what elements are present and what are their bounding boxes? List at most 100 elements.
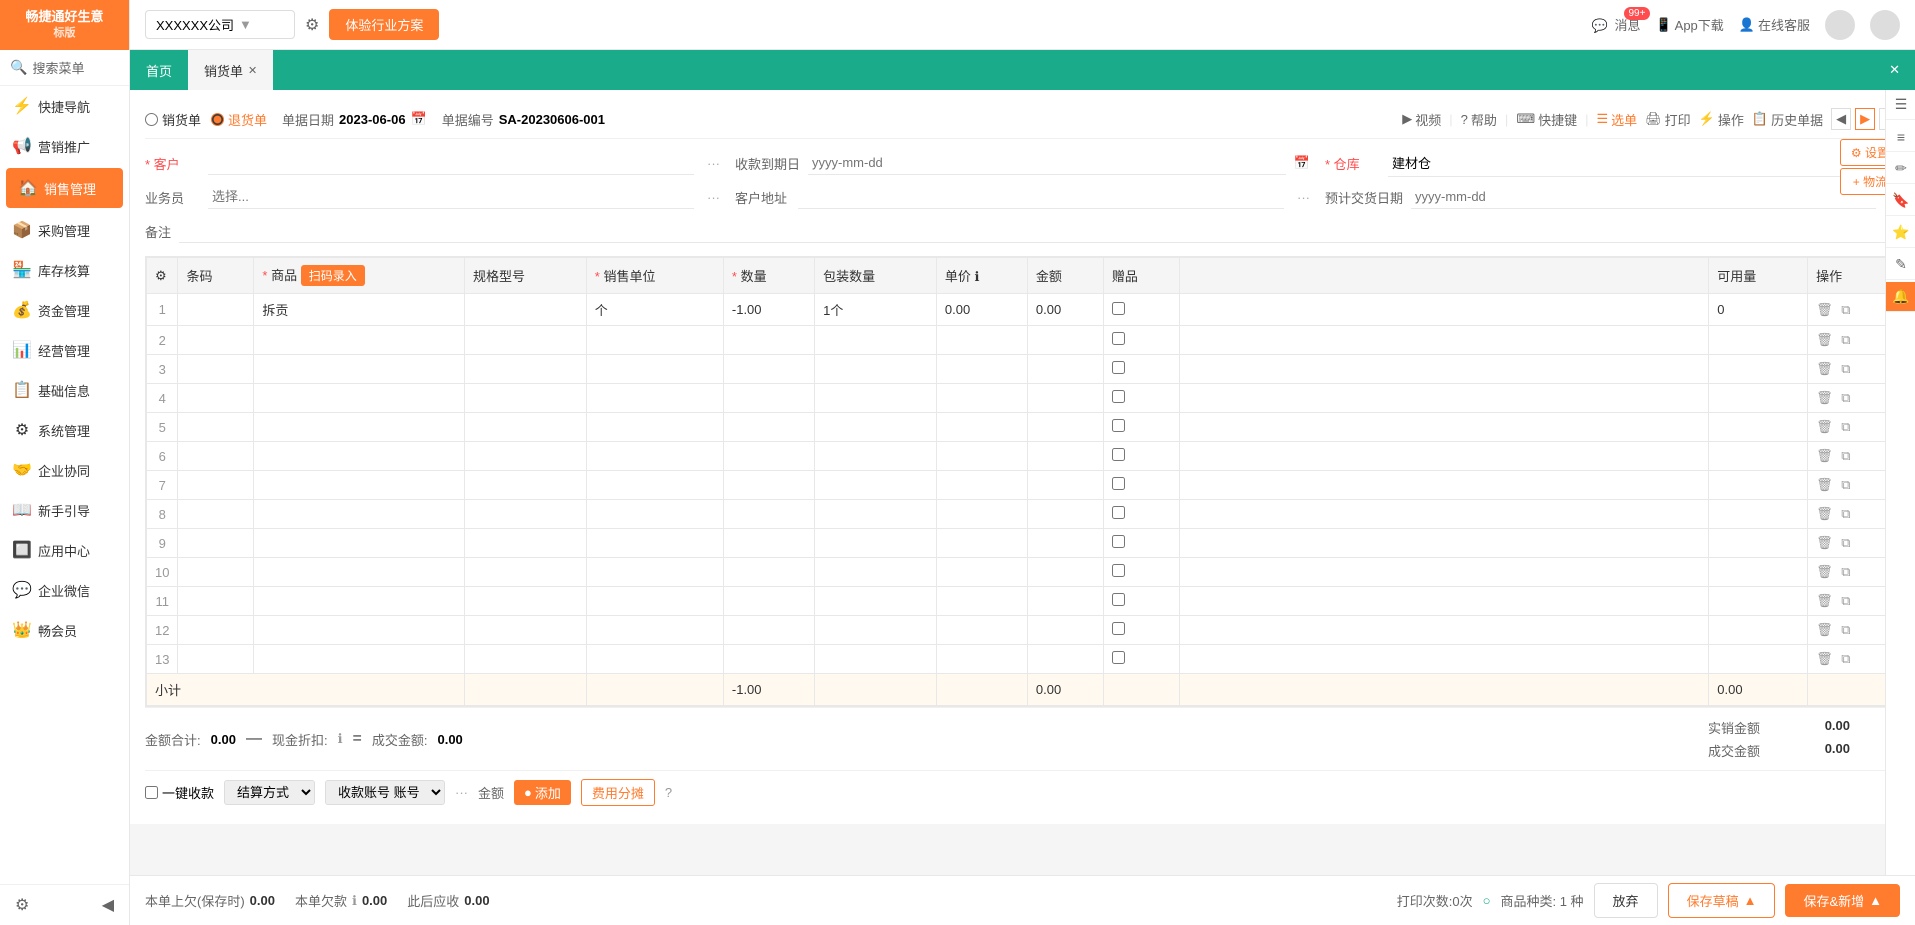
row-pack-qty[interactable] (815, 529, 937, 558)
sales-order-radio[interactable]: 销货单 (145, 110, 201, 129)
row-amount[interactable] (1027, 645, 1103, 674)
close-all-tabs[interactable]: ✕ (1889, 62, 1900, 78)
row-unit[interactable] (586, 355, 723, 384)
row-pack-qty[interactable] (815, 413, 937, 442)
sidebar-item-guide[interactable]: 📖 新手引导 (0, 490, 129, 530)
row-gift[interactable] (1103, 616, 1179, 645)
row-goods[interactable] (254, 413, 465, 442)
copy-icon[interactable]: ⧉ (1841, 477, 1850, 492)
row-amount[interactable]: 0.00 (1027, 294, 1103, 326)
trial-btn[interactable]: 体验行业方案 (329, 9, 439, 40)
row-barcode[interactable] (178, 384, 254, 413)
row-goods[interactable] (254, 500, 465, 529)
row-price[interactable] (936, 500, 1027, 529)
row-goods[interactable] (254, 326, 465, 355)
expected-date-input[interactable] (1411, 185, 1876, 209)
settlement-select[interactable]: 结算方式 (224, 780, 315, 805)
row-pack-qty[interactable] (815, 384, 937, 413)
message-btn[interactable]: 💬 消息 99+ (1592, 15, 1641, 34)
row-price[interactable]: 0.00 (936, 294, 1027, 326)
row-unit[interactable] (586, 529, 723, 558)
row-qty[interactable] (723, 355, 814, 384)
split-btn[interactable]: 费用分摊 (581, 779, 655, 806)
row-gift[interactable] (1103, 384, 1179, 413)
addr-dots[interactable]: ··· (1297, 190, 1310, 205)
sidebar-collapse-icon[interactable]: ◀ (102, 895, 114, 915)
row-barcode[interactable] (178, 355, 254, 384)
row-barcode[interactable] (178, 326, 254, 355)
float-btn-6[interactable]: ✎ (1886, 250, 1915, 280)
row-goods[interactable] (254, 616, 465, 645)
draft-btn[interactable]: 保存草稿 ▲ (1668, 883, 1776, 918)
row-barcode[interactable] (178, 471, 254, 500)
sidebar-item-inventory[interactable]: 🏪 库存核算 (0, 250, 129, 290)
discard-btn[interactable]: 放弃 (1594, 883, 1658, 918)
row-price[interactable] (936, 384, 1027, 413)
row-spec[interactable] (464, 326, 586, 355)
row-amount[interactable] (1027, 558, 1103, 587)
row-price[interactable] (936, 442, 1027, 471)
row-goods[interactable] (254, 471, 465, 500)
shortcut-btn[interactable]: ⌨ 快捷键 (1516, 110, 1577, 129)
sidebar-item-finance[interactable]: 💰 资金管理 (0, 290, 129, 330)
account-select[interactable]: 收款账号 账号 (325, 780, 445, 805)
delete-icon[interactable]: 🗑 (1816, 419, 1833, 434)
float-btn-4[interactable]: 🔖 (1886, 186, 1915, 216)
row-goods[interactable] (254, 355, 465, 384)
delete-icon[interactable]: 🗑 (1816, 390, 1833, 405)
help-btn[interactable]: ? 帮助 (1461, 110, 1497, 129)
sidebar-item-appcenter[interactable]: 🔲 应用中心 (0, 530, 129, 570)
row-spec[interactable] (464, 355, 586, 384)
copy-icon[interactable]: ⧉ (1841, 361, 1850, 376)
row-barcode[interactable] (178, 587, 254, 616)
row-barcode[interactable] (178, 616, 254, 645)
row-amount[interactable] (1027, 500, 1103, 529)
row-price[interactable] (936, 413, 1027, 442)
row-qty[interactable] (723, 616, 814, 645)
copy-icon[interactable]: ⧉ (1841, 390, 1850, 405)
row-spec[interactable] (464, 294, 586, 326)
due-date-input[interactable] (808, 151, 1286, 175)
row-qty[interactable] (723, 645, 814, 674)
row-spec[interactable] (464, 500, 586, 529)
row-qty[interactable] (723, 442, 814, 471)
row-spec[interactable] (464, 442, 586, 471)
row-price[interactable] (936, 355, 1027, 384)
copy-icon[interactable]: ⧉ (1841, 564, 1850, 579)
row-spec[interactable] (464, 645, 586, 674)
row-barcode[interactable] (178, 294, 254, 326)
row-unit[interactable] (586, 645, 723, 674)
row-unit[interactable] (586, 616, 723, 645)
row-price[interactable] (936, 558, 1027, 587)
col-settings[interactable]: ⚙ (147, 258, 178, 294)
delete-icon[interactable]: 🗑 (1816, 332, 1833, 347)
row-gift[interactable] (1103, 442, 1179, 471)
row-pack-qty[interactable] (815, 442, 937, 471)
row-pack-qty[interactable] (815, 587, 937, 616)
row-goods[interactable] (254, 587, 465, 616)
row-unit[interactable] (586, 587, 723, 616)
row-pack-qty[interactable] (815, 558, 937, 587)
row-barcode[interactable] (178, 500, 254, 529)
select-btn[interactable]: ☰ 选单 (1596, 110, 1637, 129)
delete-icon[interactable]: 🗑 (1816, 477, 1833, 492)
remark-input[interactable] (179, 219, 1900, 243)
sidebar-item-quicknav[interactable]: ⚡ 快捷导航 (0, 86, 129, 126)
sidebar-search[interactable]: 🔍 搜索菜单 (0, 50, 129, 86)
copy-icon[interactable]: ⧉ (1841, 302, 1850, 317)
delete-icon[interactable]: 🗑 (1816, 361, 1833, 376)
delete-icon[interactable]: 🗑 (1816, 302, 1833, 317)
sidebar-item-basics[interactable]: 📋 基础信息 (0, 370, 129, 410)
copy-icon[interactable]: ⧉ (1841, 332, 1850, 347)
row-price[interactable] (936, 645, 1027, 674)
app-download-btn[interactable]: 📱 App下载 (1655, 15, 1723, 34)
row-pack-qty[interactable] (815, 326, 937, 355)
row-gift[interactable] (1103, 500, 1179, 529)
row-gift[interactable] (1103, 558, 1179, 587)
row-amount[interactable] (1027, 529, 1103, 558)
sidebar-item-wechat[interactable]: 💬 企业微信 (0, 570, 129, 610)
row-gift[interactable] (1103, 471, 1179, 500)
row-unit[interactable] (586, 413, 723, 442)
row-pack-qty[interactable] (815, 471, 937, 500)
row-spec[interactable] (464, 413, 586, 442)
